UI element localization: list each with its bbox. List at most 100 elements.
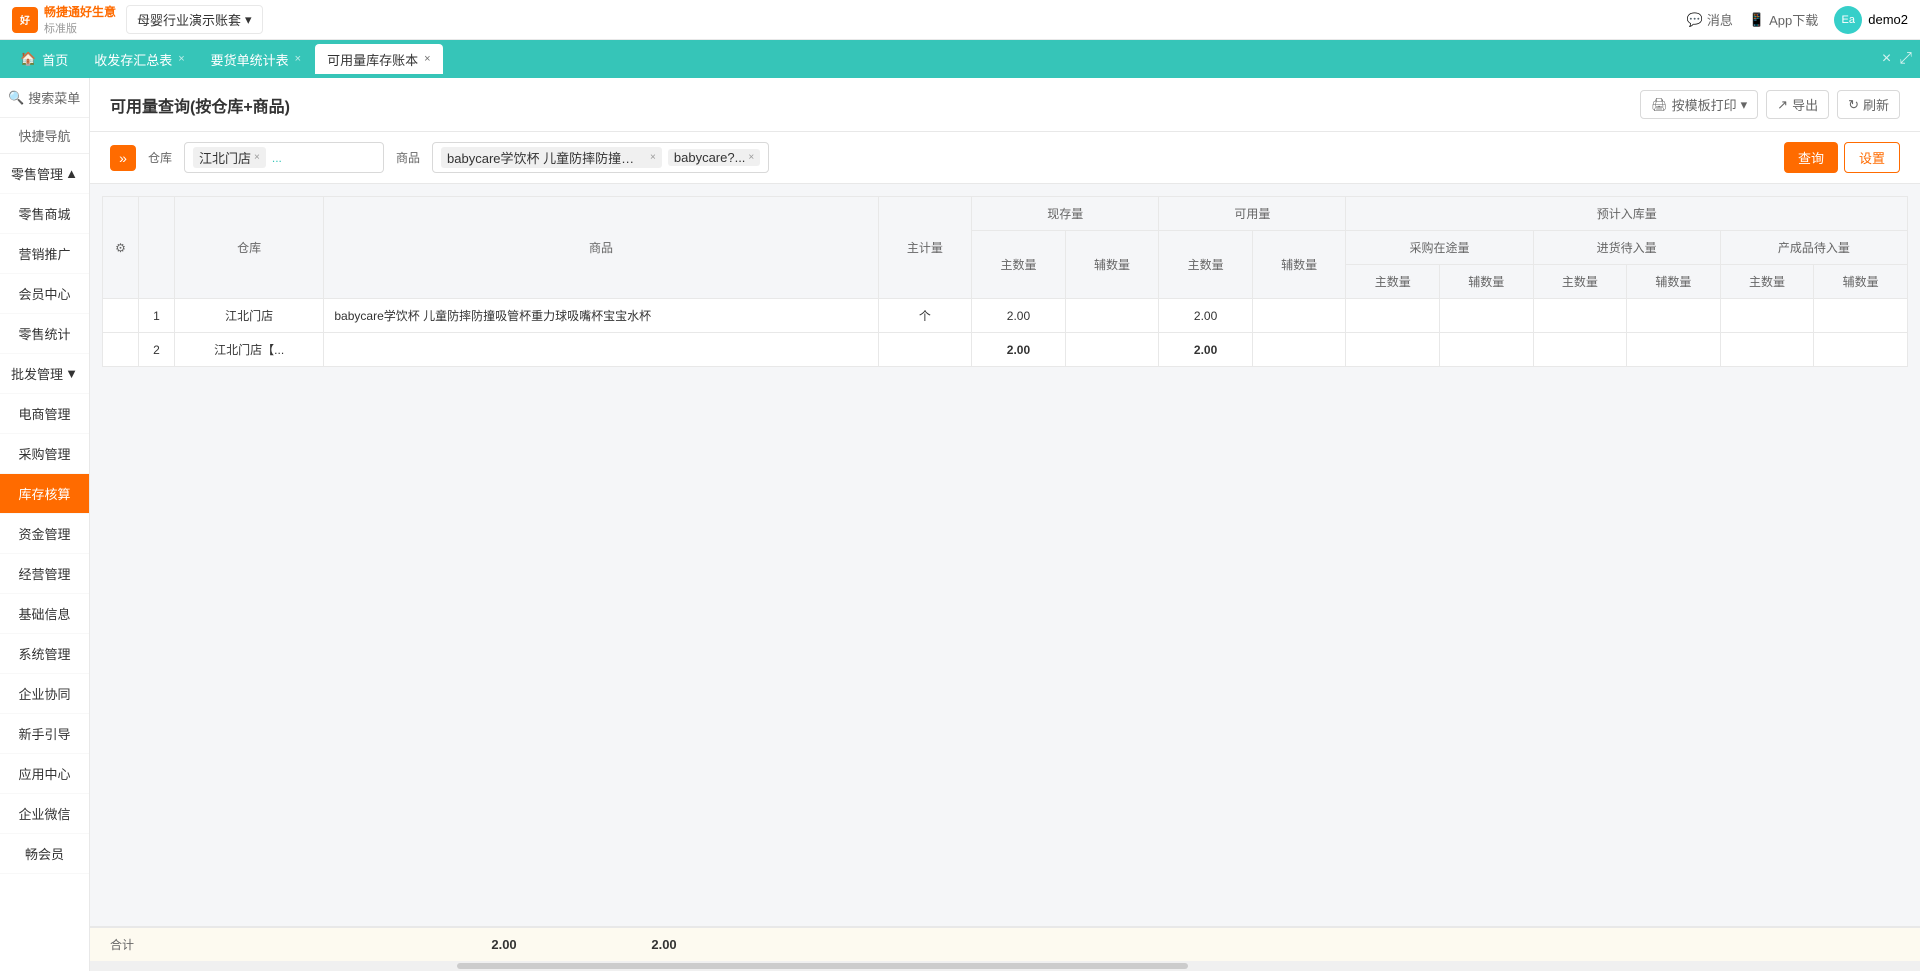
filter-toggle-btn[interactable]: » (110, 145, 136, 171)
refresh-icon: ↻ (1848, 97, 1859, 113)
cell-product-main-2 (1720, 333, 1814, 367)
app-download-btn[interactable]: 📱 App下载 (1749, 10, 1818, 29)
page-title: 可用量查询(按仓库+商品) (110, 93, 290, 129)
message-icon: 💬 (1687, 12, 1703, 28)
top-bar-left: 好 畅捷通好生意 标准版 母婴行业演示账套 ▾ (12, 3, 263, 36)
tab-order-stat[interactable]: 要货单统计表 × (199, 44, 313, 74)
cell-purchase-aux-2 (1440, 333, 1534, 367)
sidebar-item-enterprise-wechat[interactable]: 企业微信 (0, 794, 89, 834)
cell-settings (103, 299, 139, 333)
sidebar-item-purchase[interactable]: 采购管理 (0, 434, 89, 474)
warehouse-more[interactable]: ... (272, 151, 282, 165)
cell-num-2: 2 (139, 333, 175, 367)
sidebar-item-app-center[interactable]: 应用中心 (0, 754, 89, 794)
th-purchase-transit: 采购在途量 (1346, 231, 1533, 265)
cell-purchase-main-1 (1346, 299, 1440, 333)
sidebar-item-retail-shop[interactable]: 零售商城 (0, 194, 89, 234)
tab-receive[interactable]: 收发存汇总表 × (82, 44, 196, 74)
product-tag-1: babycare学饮杯 儿童防摔防撞吸管杯重力球吸嘴杯宝宝水杯 × (441, 147, 662, 168)
th-current-main: 主数量 (972, 231, 1066, 299)
product-label: 商品 (396, 149, 420, 166)
cell-unit-1: 个 (878, 299, 972, 333)
page-header: 可用量查询(按仓库+商品) 🖨 按模板打印 ▾ ↗ 导出 ↻ 刷新 (90, 78, 1920, 132)
warehouse-tag-close[interactable]: × (254, 152, 260, 163)
tab-order-stat-close[interactable]: × (295, 53, 301, 65)
fullscreen-btn[interactable]: ⤢ (1899, 50, 1912, 68)
sidebar-item-retail-mgmt[interactable]: 零售管理 ▲ (0, 154, 89, 194)
th-product-pending-aux: 辅数量 (1814, 265, 1908, 299)
scrollbar-thumb[interactable] (457, 963, 1187, 969)
sidebar-item-ecommerce[interactable]: 电商管理 (0, 394, 89, 434)
th-num (139, 197, 175, 299)
export-btn[interactable]: ↗ 导出 (1766, 90, 1829, 119)
sidebar-item-retail-stat[interactable]: 零售统计 (0, 314, 89, 354)
settings-btn[interactable]: 设置 (1844, 142, 1900, 173)
tab-available-stock-close[interactable]: × (424, 53, 430, 65)
table-row: 1 江北门店 babycare学饮杯 儿童防摔防撞吸管杯重力球吸嘴杯宝宝水杯 个… (103, 299, 1908, 333)
th-current-aux: 辅数量 (1065, 231, 1159, 299)
product-tag-2-close[interactable]: × (748, 152, 754, 163)
cell-warehouse-1: 江北门店 (175, 299, 324, 333)
template-print-btn[interactable]: 🖨 按模板打印 ▾ (1640, 90, 1758, 119)
top-bar-right: 💬 消息 📱 App下载 Ea demo2 (1687, 6, 1908, 34)
sidebar-search[interactable]: 🔍 搜索菜单 (0, 78, 89, 118)
sidebar-item-member[interactable]: 会员中心 (0, 274, 89, 314)
th-inbound-pending-aux: 辅数量 (1627, 265, 1721, 299)
sidebar-item-enterprise-collab[interactable]: 企业协同 (0, 674, 89, 714)
search-icon: 🔍 (8, 90, 24, 106)
logo-text: 畅捷通好生意 标准版 (44, 3, 116, 36)
th-settings[interactable]: ⚙ (103, 197, 139, 299)
cell-settings-2 (103, 333, 139, 367)
warehouse-tag: 江北门店 × (193, 147, 266, 168)
query-btn[interactable]: 查询 (1784, 142, 1838, 173)
th-inbound-pending: 进货待入量 (1533, 231, 1720, 265)
table-row: 2 江北门店【... 2.00 2.00 (103, 333, 1908, 367)
message-btn[interactable]: 💬 消息 (1687, 10, 1733, 29)
scrollbar[interactable] (90, 961, 1920, 971)
sidebar-item-new-guide[interactable]: 新手引导 (0, 714, 89, 754)
sidebar-item-operations[interactable]: 经营管理 (0, 554, 89, 594)
sidebar-item-marketing[interactable]: 营销推广 (0, 234, 89, 274)
refresh-btn[interactable]: ↻ 刷新 (1837, 90, 1900, 119)
close-all-tabs-btn[interactable]: × (1882, 50, 1891, 68)
th-purchase-transit-main: 主数量 (1346, 265, 1440, 299)
chevron-down-icon: ▾ (245, 12, 252, 28)
cell-available-aux-1 (1252, 299, 1346, 333)
cell-purchase-aux-1 (1440, 299, 1534, 333)
th-product: 商品 (324, 197, 878, 299)
cell-product-2 (324, 333, 878, 367)
filter-actions: 查询 设置 (1784, 142, 1900, 173)
th-product-pending-main: 主数量 (1720, 265, 1814, 299)
cell-product-aux-2 (1814, 333, 1908, 367)
sidebar-item-system[interactable]: 系统管理 (0, 634, 89, 674)
cell-inbound-main-2 (1533, 333, 1627, 367)
sidebar: 🔍 搜索菜单 快捷导航 零售管理 ▲ 零售商城 营销推广 会员中心 零售统计 批… (0, 78, 90, 971)
export-icon: ↗ (1777, 97, 1788, 113)
cell-purchase-main-2 (1346, 333, 1440, 367)
th-purchase-transit-aux: 辅数量 (1440, 265, 1534, 299)
cell-warehouse-2: 江北门店【... (175, 333, 324, 367)
avatar: Ea (1834, 6, 1862, 34)
home-icon: 🏠 (20, 51, 36, 67)
sidebar-item-pro-member[interactable]: 畅会员 (0, 834, 89, 874)
product-tag-1-close[interactable]: × (650, 152, 656, 163)
warehouse-input[interactable]: 江北门店 × ... (184, 142, 384, 173)
cell-unit-2 (878, 333, 972, 367)
product-input[interactable]: babycare学饮杯 儿童防摔防撞吸管杯重力球吸嘴杯宝宝水杯 × babyca… (432, 142, 769, 173)
content-area: 可用量查询(按仓库+商品) 🖨 按模板打印 ▾ ↗ 导出 ↻ 刷新 » (90, 78, 1920, 971)
th-available-main: 主数量 (1159, 231, 1253, 299)
sidebar-item-inventory[interactable]: 库存核算 (0, 474, 89, 514)
tab-available-stock[interactable]: 可用量库存账本 × (315, 44, 442, 74)
tab-home[interactable]: 🏠 首页 (8, 44, 80, 74)
chevron-icon: ▼ (65, 366, 78, 381)
tab-receive-close[interactable]: × (178, 53, 184, 65)
sidebar-item-finance[interactable]: 资金管理 (0, 514, 89, 554)
th-current-stock: 现存量 (972, 197, 1159, 231)
sidebar-quick-nav[interactable]: 快捷导航 (0, 118, 89, 154)
user-area[interactable]: Ea demo2 (1834, 6, 1908, 34)
sidebar-item-wholesale[interactable]: 批发管理 ▼ (0, 354, 89, 394)
org-selector[interactable]: 母婴行业演示账套 ▾ (126, 5, 263, 34)
warehouse-label: 仓库 (148, 149, 172, 166)
page-actions: 🖨 按模板打印 ▾ ↗ 导出 ↻ 刷新 (1640, 90, 1900, 131)
sidebar-item-basic-info[interactable]: 基础信息 (0, 594, 89, 634)
